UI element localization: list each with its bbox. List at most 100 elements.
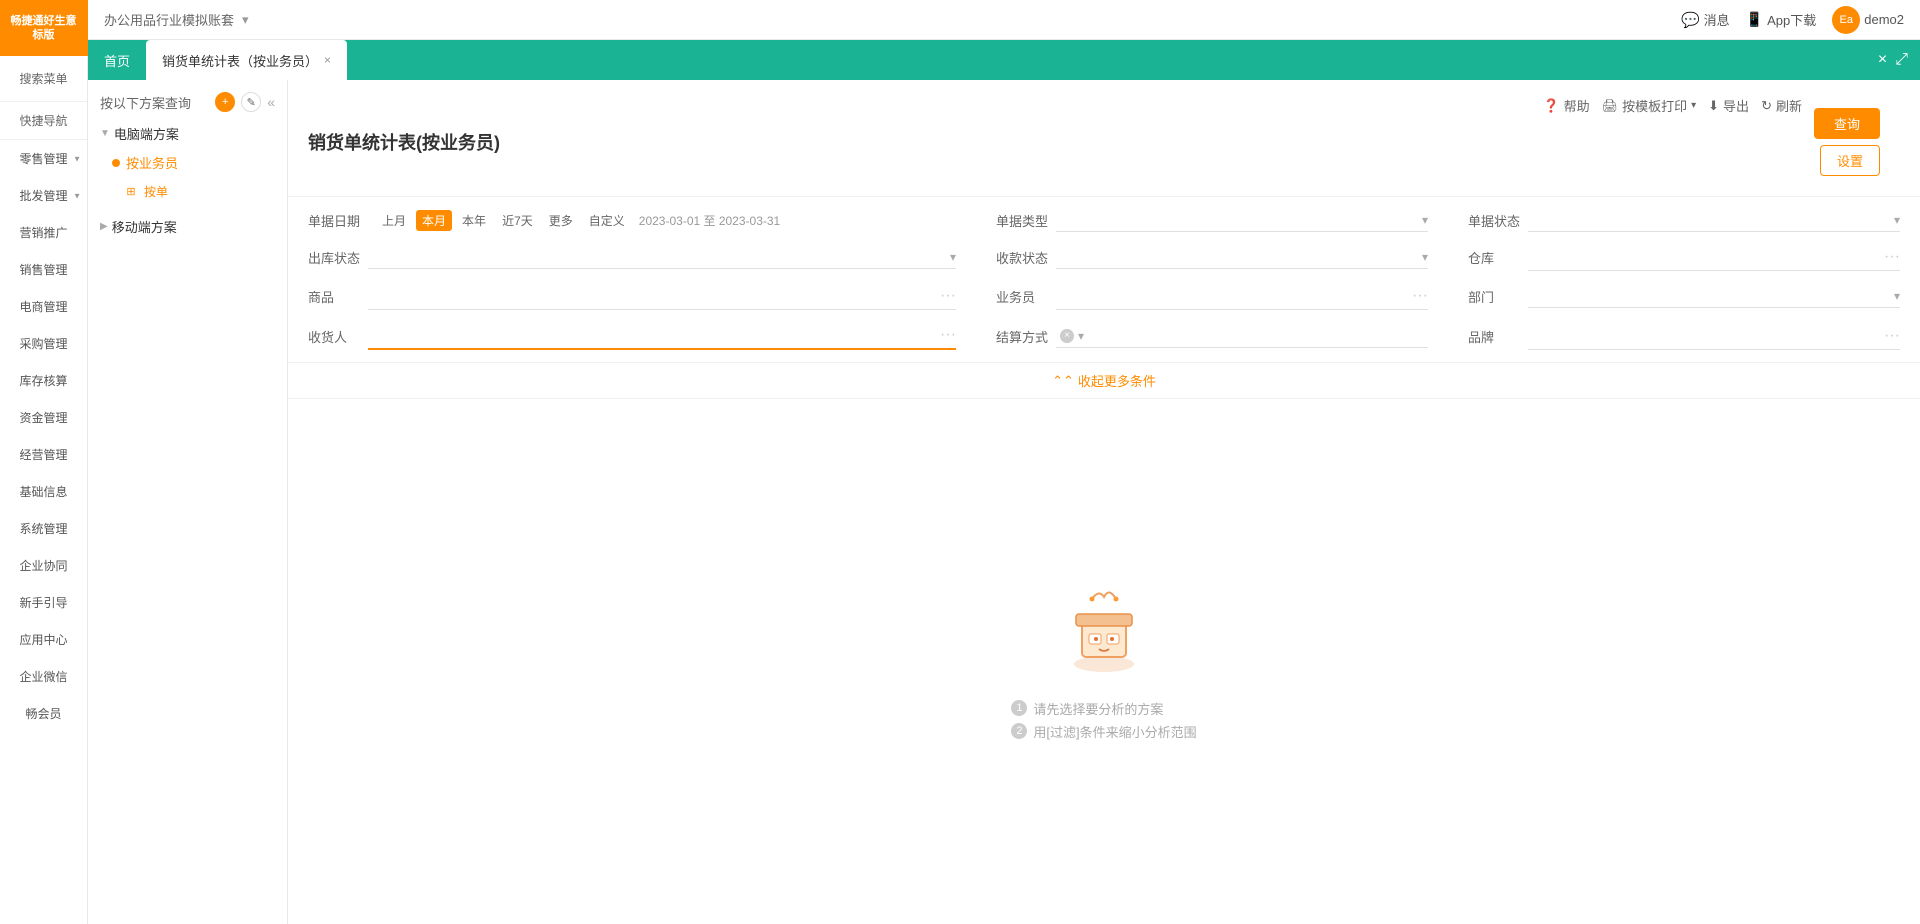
consignee-label: 收货人 bbox=[308, 327, 360, 346]
mobile-scheme-header[interactable]: ▶ 移动端方案 bbox=[88, 213, 287, 240]
edit-scheme-btn[interactable]: ✎ bbox=[241, 92, 261, 112]
salesperson-dots-icon[interactable]: ··· bbox=[1412, 287, 1428, 305]
mobile-scheme-section: ▶ 移动端方案 bbox=[88, 213, 287, 248]
sidebar-item-ecommerce[interactable]: 电商管理 bbox=[0, 288, 87, 325]
doc-type-control[interactable]: ▾ bbox=[1056, 209, 1428, 232]
print-btn[interactable]: 🖨 按模板打印 ▾ bbox=[1602, 96, 1697, 115]
sidebar-item-appcenter[interactable]: 应用中心 bbox=[0, 621, 87, 658]
brand-control[interactable]: ··· bbox=[1528, 323, 1900, 350]
download-icon: 📱 bbox=[1746, 11, 1763, 28]
collect-status-control[interactable]: ▾ bbox=[1056, 246, 1428, 269]
setting-button[interactable]: 设置 bbox=[1820, 145, 1880, 176]
settlement-control[interactable]: × ▾ bbox=[1056, 325, 1428, 348]
sidebar-item-system[interactable]: 系统管理 bbox=[0, 510, 87, 547]
filter-doc-type: 单据类型 ▾ bbox=[996, 209, 1428, 232]
export-btn[interactable]: ⬇ 导出 bbox=[1708, 96, 1749, 115]
dept-dropdown-icon[interactable]: ▾ bbox=[1894, 289, 1900, 303]
warehouse-control[interactable]: ··· bbox=[1528, 244, 1900, 271]
sidebar-item-operations[interactable]: 经营管理 bbox=[0, 436, 87, 473]
sidebar-item-basic[interactable]: 基础信息 bbox=[0, 473, 87, 510]
sidebar-search[interactable]: 搜索菜单 bbox=[0, 56, 87, 102]
header-right-actions: 💬 消息 📱 App下载 Ea demo2 bbox=[1681, 6, 1904, 34]
tip-2-num: 2 bbox=[1011, 723, 1027, 739]
warehouse-dots-icon[interactable]: ··· bbox=[1884, 248, 1900, 266]
help-btn[interactable]: ❓ 帮助 bbox=[1543, 96, 1589, 115]
doc-type-dropdown-icon[interactable]: ▾ bbox=[1422, 213, 1428, 227]
breadcrumb-text: 办公用品行业模拟账套 bbox=[104, 10, 234, 29]
out-status-dropdown-icon[interactable]: ▾ bbox=[950, 250, 956, 264]
sidebar-item-label: 销售管理 bbox=[19, 261, 67, 278]
quick-nav[interactable]: 快捷导航 bbox=[0, 102, 87, 140]
user-menu[interactable]: Ea demo2 bbox=[1832, 6, 1904, 34]
collapse-panel-btn[interactable]: « bbox=[267, 94, 275, 110]
scheme-by-salesperson[interactable]: 按业务员 bbox=[88, 147, 287, 178]
top-header: 办公用品行业模拟账套 ▾ 💬 消息 📱 App下载 Ea demo2 bbox=[88, 0, 1920, 40]
sidebar-item-finance[interactable]: 资金管理 bbox=[0, 399, 87, 436]
salesperson-control[interactable]: ··· bbox=[1056, 283, 1428, 310]
sidebar-item-member[interactable]: 畅会员 bbox=[0, 695, 87, 732]
sidebar-item-label: 营销推广 bbox=[19, 224, 67, 241]
sidebar-item-label: 库存核算 bbox=[19, 372, 67, 389]
collect-status-dropdown-icon[interactable]: ▾ bbox=[1422, 250, 1428, 264]
date-tab-more[interactable]: 更多 bbox=[543, 210, 579, 231]
app-download-btn[interactable]: 📱 App下载 bbox=[1746, 10, 1817, 29]
add-scheme-btn[interactable]: + bbox=[215, 92, 235, 112]
report-header-actions: ❓ 帮助 🖨 按模板打印 ▾ ⬇ 导出 ↻ bbox=[1543, 96, 1802, 115]
doc-status-control[interactable]: ▾ bbox=[1528, 209, 1900, 232]
search-menu-label[interactable]: 搜索菜单 bbox=[0, 64, 87, 93]
filter-area: 单据日期 上月 本月 本年 近7天 更多 自定义 2023-03-01 至 20… bbox=[288, 197, 1920, 363]
sidebar-item-label: 新手引导 bbox=[19, 594, 67, 611]
date-tab-cur[interactable]: 本月 bbox=[416, 210, 452, 231]
dept-control[interactable]: ▾ bbox=[1528, 285, 1900, 308]
filter-warehouse: 仓库 ··· bbox=[1468, 244, 1900, 271]
pc-scheme-label: 电脑端方案 bbox=[114, 124, 179, 143]
consignee-control[interactable]: ··· bbox=[368, 322, 956, 350]
breadcrumb-dropdown-icon[interactable]: ▾ bbox=[242, 12, 249, 28]
filter-doc-status: 单据状态 ▾ bbox=[1468, 209, 1900, 232]
sub-item-by-order[interactable]: ⊞ 按单 bbox=[88, 178, 287, 205]
tab-close-icon[interactable]: × bbox=[324, 53, 331, 67]
tab-maximize-btn[interactable]: ⤢ bbox=[1895, 51, 1908, 69]
date-tab-7days[interactable]: 近7天 bbox=[496, 210, 539, 231]
doc-status-dropdown-icon[interactable]: ▾ bbox=[1894, 213, 1900, 227]
sidebar-item-newbie[interactable]: 新手引导 bbox=[0, 584, 87, 621]
empty-state: 1 请先选择要分析的方案 2 用[过滤]条件来缩小分析范围 bbox=[288, 399, 1920, 924]
filter-date: 单据日期 上月 本月 本年 近7天 更多 自定义 2023-03-01 至 20… bbox=[308, 210, 956, 231]
tab-minimize-btn[interactable]: × bbox=[1878, 51, 1887, 69]
left-panel-icons: + ✎ « bbox=[215, 92, 275, 112]
out-status-control[interactable]: ▾ bbox=[368, 246, 956, 269]
brand-dots-icon[interactable]: ··· bbox=[1884, 327, 1900, 345]
goods-dots-icon[interactable]: ··· bbox=[940, 287, 956, 305]
sidebar-item-wholesale[interactable]: 批发管理 bbox=[0, 177, 87, 214]
sidebar: 畅捷通好生意 标版 搜索菜单 快捷导航 零售管理 批发管理 营销推广 销售管理 … bbox=[0, 0, 88, 924]
collapse-filters-btn[interactable]: ⌃⌃ 收起更多条件 bbox=[1052, 371, 1156, 390]
tab-home[interactable]: 首页 bbox=[88, 40, 146, 80]
settlement-dropdown-icon[interactable]: ▾ bbox=[1078, 329, 1084, 343]
report-title: 销货单统计表(按业务员) bbox=[308, 129, 500, 155]
date-tab-prev[interactable]: 上月 bbox=[376, 210, 412, 231]
refresh-btn[interactable]: ↻ 刷新 bbox=[1761, 96, 1802, 115]
print-label: 按模板打印 bbox=[1622, 96, 1687, 115]
filter-consignee: 收货人 ··· bbox=[308, 322, 956, 350]
sidebar-item-marketing[interactable]: 营销推广 bbox=[0, 214, 87, 251]
sidebar-item-sales[interactable]: 销售管理 bbox=[0, 251, 87, 288]
date-tab-year[interactable]: 本年 bbox=[456, 210, 492, 231]
sidebar-item-retail[interactable]: 零售管理 bbox=[0, 140, 87, 177]
app-logo: 畅捷通好生意 标版 bbox=[0, 0, 88, 56]
left-panel: 按以下方案查询 + ✎ « ▼ 电脑端方案 按业务员 ⊞ 按单 bbox=[88, 80, 288, 924]
sidebar-item-inventory[interactable]: 库存核算 bbox=[0, 362, 87, 399]
tab-active[interactable]: 销货单统计表（按业务员） × bbox=[146, 40, 347, 80]
date-tab-custom[interactable]: 自定义 bbox=[583, 210, 631, 231]
filter-brand: 品牌 ··· bbox=[1468, 323, 1900, 350]
messages-btn[interactable]: 💬 消息 bbox=[1681, 10, 1730, 29]
tip-1-num: 1 bbox=[1011, 700, 1027, 716]
goods-control[interactable]: ··· bbox=[368, 283, 956, 310]
sidebar-item-purchase[interactable]: 采购管理 bbox=[0, 325, 87, 362]
sidebar-item-wxwork[interactable]: 企业微信 bbox=[0, 658, 87, 695]
settlement-clear-icon[interactable]: × bbox=[1060, 329, 1074, 343]
pc-scheme-header[interactable]: ▼ 电脑端方案 bbox=[88, 120, 287, 147]
query-button[interactable]: 查询 bbox=[1814, 108, 1880, 139]
sidebar-item-enterprise[interactable]: 企业协同 bbox=[0, 547, 87, 584]
consignee-dots-icon[interactable]: ··· bbox=[940, 326, 956, 344]
tab-bar: 首页 销货单统计表（按业务员） × × ⤢ bbox=[88, 40, 1920, 80]
